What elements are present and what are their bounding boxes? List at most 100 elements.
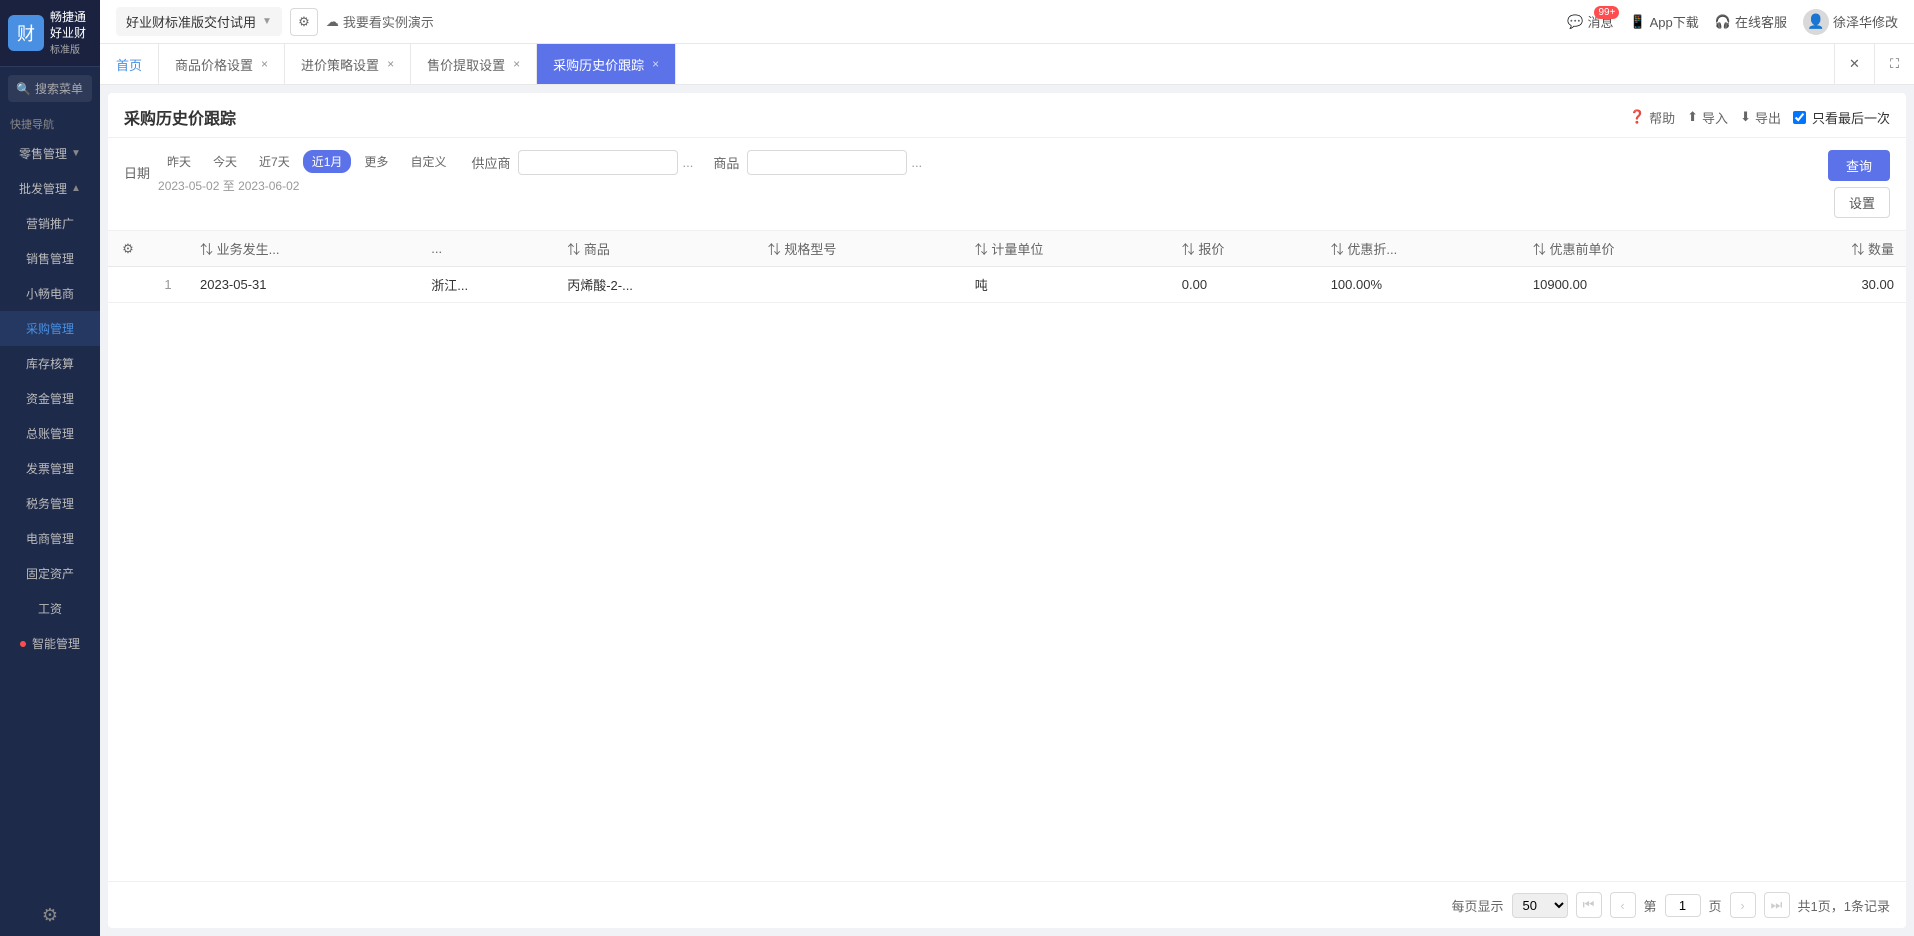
tab-expand-button[interactable]: ⛶ [1874,44,1914,84]
row-gear-cell [108,267,148,303]
data-table: ⚙ ⇅ 业务发生... ... ⇅ 商品 [108,231,1906,303]
col-spec-header[interactable]: ⇅ 规格型号 [756,231,963,267]
topbar: 好业财标准版交付试用 ▼ ⚙ ☁ 我要看实例演示 💬 消息 99+ 📱 App下… [100,0,1914,44]
import-label: 导入 [1702,108,1728,127]
tab-product-price-close[interactable]: × [261,57,268,71]
sidebar-item-marketing[interactable]: 营销推广 [0,206,100,241]
tabs-bar: 首页 商品价格设置 × 进价策略设置 × 售价提取设置 × 采购历史价跟踪 × … [100,44,1914,85]
tab-purchase-strategy-close[interactable]: × [387,57,394,71]
date-btn-today[interactable]: 今天 [204,150,246,173]
tab-purchase-history[interactable]: 采购历史价跟踪 × [537,44,676,84]
product-input[interactable] [747,150,907,175]
next-page-button[interactable]: › [1730,892,1756,918]
tab-purchase-strategy[interactable]: 进价策略设置 × [285,44,411,84]
date-btn-more[interactable]: 更多 [355,150,397,173]
sidebar-item-purchase[interactable]: 采购管理 [0,311,100,346]
last-only-checkbox-group: 只看最后一次 [1793,108,1890,127]
col-quantity-header[interactable]: ⇅ 数量 [1757,231,1906,267]
sidebar-item-retail[interactable]: 零售管理 ▼ [0,136,100,171]
product-name: 好业财标准版交付试用 [126,12,256,31]
app-download-button[interactable]: 📱 App下载 [1629,12,1698,31]
demo-link-label: 我要看实例演示 [343,12,434,31]
pagination-total: 共1页，1条记录 [1798,896,1890,915]
sidebar-item-ecommerce-small[interactable]: 小畅电商 [0,276,100,311]
sidebar-item-inventory[interactable]: 库存核算 [0,346,100,381]
last-only-label[interactable]: 只看最后一次 [1812,108,1890,127]
gear-icon: ⚙ [122,241,134,256]
chevron-icon: ▲ [71,183,81,194]
date-btn-1month[interactable]: 近1月 [303,150,352,173]
sidebar-item-payroll[interactable]: 工资 [0,591,100,626]
tab-home[interactable]: 首页 [100,44,159,84]
sidebar-item-wholesale[interactable]: 批发管理 ▲ [0,171,100,206]
sidebar-item-ecommerce-label: 电商管理 [26,530,74,547]
tab-close-all-button[interactable]: ✕ [1834,44,1874,84]
sidebar-item-marketing-label: 营销推广 [26,215,74,232]
col-product-header[interactable]: ⇅ 商品 [555,231,756,267]
sidebar-item-purchase-label: 采购管理 [26,320,74,337]
page-area: 采购历史价跟踪 ❓ 帮助 ⬆ 导入 ⬇ 导出 只看最后一次 [108,93,1906,928]
tab-product-price-label: 商品价格设置 [175,55,253,74]
main-content: 好业财标准版交付试用 ▼ ⚙ ☁ 我要看实例演示 💬 消息 99+ 📱 App下… [100,0,1914,936]
topbar-right: 💬 消息 99+ 📱 App下载 🎧 在线客服 👤 徐泽华修改 [1567,9,1898,35]
query-button[interactable]: 查询 [1828,150,1890,181]
tab-product-price[interactable]: 商品价格设置 × [159,44,285,84]
per-page-label: 每页显示 [1451,896,1503,915]
sidebar-item-ledger[interactable]: 总账管理 [0,416,100,451]
sort-icon: ⇅ [1331,242,1344,257]
supplier-input[interactable] [518,150,678,175]
demo-link[interactable]: ☁ 我要看实例演示 [326,12,434,31]
last-only-checkbox[interactable] [1793,111,1806,124]
col-quote-header[interactable]: ⇅ 报价 [1170,231,1319,267]
page-input[interactable] [1665,894,1701,917]
col-more-header[interactable]: ... [419,231,555,267]
sidebar-item-finance[interactable]: 资金管理 [0,381,100,416]
col-seq-header [148,231,188,267]
page-header: 采购历史价跟踪 ❓ 帮助 ⬆ 导入 ⬇ 导出 只看最后一次 [108,93,1906,138]
settings-icon-button[interactable]: ⚙ [290,8,318,36]
sidebar-item-smart[interactable]: 智能管理 [0,626,100,661]
export-button[interactable]: ⬇ 导出 [1740,108,1781,127]
col-unit-price-header[interactable]: ⇅ 优惠前单价 [1521,231,1757,267]
sidebar-item-ecommerce[interactable]: 电商管理 [0,521,100,556]
sidebar-item-invoice[interactable]: 发票管理 [0,451,100,486]
online-service-button[interactable]: 🎧 在线客服 [1715,12,1787,31]
first-page-button[interactable]: ⏮ [1576,892,1602,918]
date-filter-group: 日期 昨天 今天 近7天 近1月 更多 自定义 2023-05-02 至 202… [124,150,455,194]
last-page-button[interactable]: ⏭ [1764,892,1790,918]
sidebar-search[interactable]: 🔍 搜索菜单 [0,67,100,110]
tab-purchase-strategy-label: 进价策略设置 [301,55,379,74]
product-selector[interactable]: 好业财标准版交付试用 ▼ [116,7,282,36]
date-btn-7days[interactable]: 近7天 [250,150,299,173]
page-actions: ❓ 帮助 ⬆ 导入 ⬇ 导出 只看最后一次 [1629,108,1890,127]
tab-sale-price[interactable]: 售价提取设置 × [411,44,537,84]
row-spec-cell [756,267,963,303]
sidebar-item-payroll-label: 工资 [38,600,62,617]
per-page-select[interactable]: 50 10 20 100 [1512,893,1568,918]
search-menu-button[interactable]: 🔍 搜索菜单 [8,75,92,102]
sidebar-item-sales[interactable]: 销售管理 [0,241,100,276]
sidebar-item-wholesale-label: 批发管理 [19,180,67,197]
user-menu-button[interactable]: 👤 徐泽华修改 [1803,9,1898,35]
prev-page-button[interactable]: ‹ [1610,892,1636,918]
date-btn-custom[interactable]: 自定义 [401,150,455,173]
import-button[interactable]: ⬆ 导入 [1687,108,1728,127]
help-button[interactable]: ❓ 帮助 [1629,108,1675,127]
tab-sale-price-close[interactable]: × [513,57,520,71]
tab-purchase-history-close[interactable]: × [652,57,659,71]
supplier-dots-button[interactable]: ... [678,155,697,170]
tab-sale-price-label: 售价提取设置 [427,55,505,74]
col-date-header[interactable]: ⇅ 业务发生... [188,231,419,267]
date-btn-yesterday[interactable]: 昨天 [158,150,200,173]
messages-button[interactable]: 💬 消息 99+ [1567,12,1613,31]
sidebar-logo: 财 畅捷通好业财 标准版 [0,0,100,67]
col-discount-header[interactable]: ⇅ 优惠折... [1319,231,1521,267]
sidebar-gear-button[interactable]: ⚙ [0,895,100,936]
product-dots-button[interactable]: ... [907,155,926,170]
sidebar-item-assets[interactable]: 固定资产 [0,556,100,591]
row-quote-cell: 0.00 [1170,267,1319,303]
col-gear-header[interactable]: ⚙ [108,231,148,267]
filter-settings-button[interactable]: 设置 [1834,187,1890,218]
sidebar-item-tax[interactable]: 税务管理 [0,486,100,521]
col-unit-header[interactable]: ⇅ 计量单位 [963,231,1170,267]
